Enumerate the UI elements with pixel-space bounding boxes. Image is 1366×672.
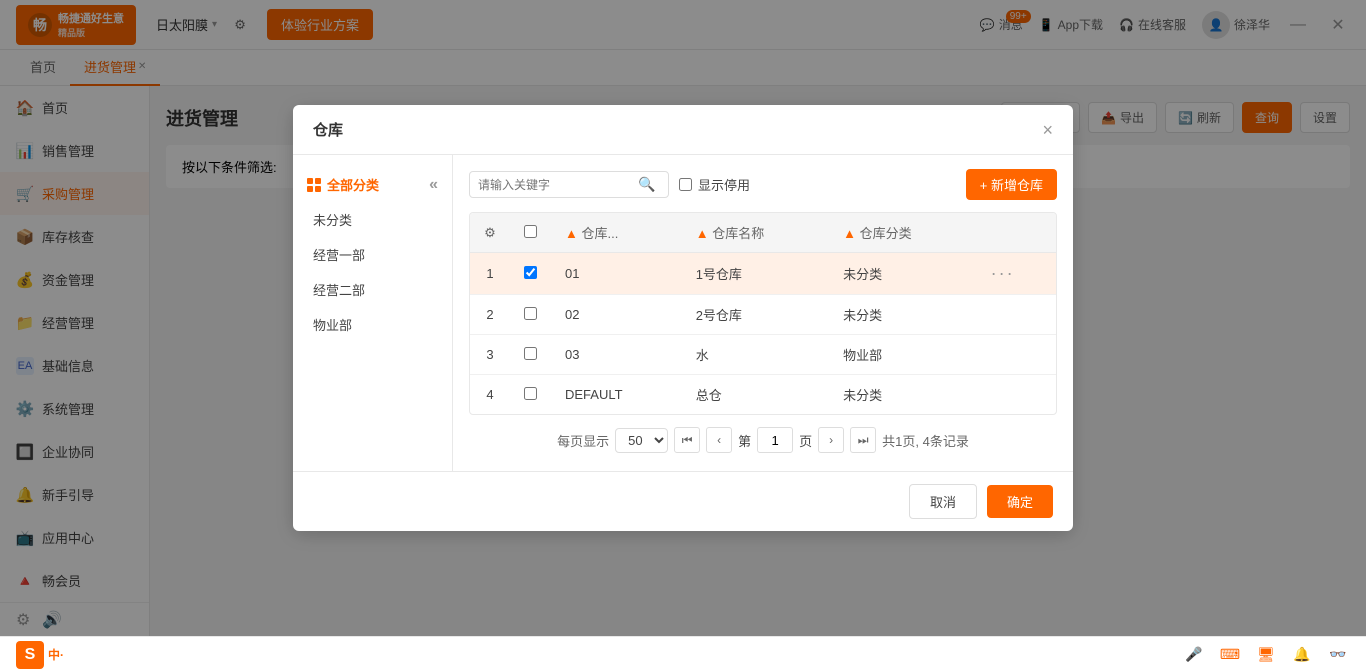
select-all-checkbox[interactable] [524, 225, 537, 238]
col-checkbox [510, 213, 551, 253]
search-box[interactable]: 🔍 [469, 171, 669, 198]
s-logo-badge: S [16, 641, 44, 669]
col-category: ▲ 仓库分类 [829, 213, 976, 253]
modal-title: 仓库 [313, 119, 343, 140]
row-checkbox-col[interactable] [510, 375, 551, 415]
row-checkbox-col[interactable] [510, 253, 551, 295]
confirm-button[interactable]: 确定 [987, 485, 1053, 518]
row-checkbox[interactable] [524, 347, 537, 360]
grid-icon [307, 178, 321, 192]
gear-icon[interactable]: ⚙ [484, 225, 496, 240]
category-item-dept2[interactable]: 经营二部 [293, 272, 452, 307]
modal-category-sidebar: 全部分类 « 未分类 经营一部 经营二部 物业部 [293, 155, 453, 471]
row-gear-col: 2 [470, 295, 510, 335]
row-category: 未分类 [829, 253, 976, 295]
table-row: 3 03 水 物业部 [470, 335, 1056, 375]
row-more[interactable] [977, 295, 1056, 335]
row-checkbox-col[interactable] [510, 335, 551, 375]
row-code: 02 [551, 295, 682, 335]
warehouse-tbody: 1 01 1号仓库 未分类 ··· 2 02 2号仓库 未分类 3 03 水 物… [470, 253, 1056, 415]
col-code: ▲ 仓库... [551, 213, 682, 253]
modal-pagination: 每页显示 50 ⏮ ‹ 第 页 › ⏭ 共1页, 4条记录 [469, 415, 1057, 457]
page-label-prefix: 第 [738, 431, 751, 450]
page-size-select[interactable]: 50 [615, 428, 668, 453]
row-category: 未分类 [829, 375, 976, 415]
modal-right-content: 🔍 显示停用 + 新增仓库 ⚙ [453, 155, 1073, 471]
row-more[interactable] [977, 335, 1056, 375]
bottom-icons: 🎤 ⌨ 🖥 🔔 👓 [1182, 643, 1350, 667]
modal-overlay: 仓库 × 全部分类 « 未分类 经营一部 经营二部 物业部 [0, 0, 1366, 636]
row-gear-col: 4 [470, 375, 510, 415]
row-gear-col: 1 [470, 253, 510, 295]
row-name: 总仓 [682, 375, 829, 415]
show-disabled-checkbox[interactable] [679, 178, 692, 191]
row-checkbox[interactable] [524, 387, 537, 400]
prev-page-button[interactable]: ‹ [706, 427, 732, 453]
row-more[interactable]: ··· [977, 253, 1056, 295]
col-code-sort-icon: ▲ [565, 226, 578, 241]
row-checkbox[interactable] [524, 266, 537, 279]
col-gear: ⚙ [470, 213, 510, 253]
warehouse-modal: 仓库 × 全部分类 « 未分类 经营一部 经营二部 物业部 [293, 105, 1073, 531]
col-category-sort-icon: ▲ [843, 226, 856, 241]
show-disabled-checkbox-label[interactable]: 显示停用 [679, 175, 750, 194]
warehouse-table-wrap: ⚙ ▲ 仓库... ▲ [469, 212, 1057, 415]
next-page-button[interactable]: › [818, 427, 844, 453]
search-input[interactable] [478, 178, 638, 192]
row-name: 2号仓库 [682, 295, 829, 335]
category-item-dept1[interactable]: 经营一部 [293, 237, 452, 272]
table-header-row: ⚙ ▲ 仓库... ▲ [470, 213, 1056, 253]
mic-icon[interactable]: 🎤 [1182, 643, 1206, 667]
first-page-button[interactable]: ⏮ [674, 427, 700, 453]
row-code: DEFAULT [551, 375, 682, 415]
page-total: 共1页, 4条记录 [882, 431, 969, 450]
cancel-button[interactable]: 取消 [909, 484, 977, 519]
row-category: 物业部 [829, 335, 976, 375]
warehouse-table: ⚙ ▲ 仓库... ▲ [470, 213, 1056, 414]
category-all-label[interactable]: 全部分类 [327, 175, 379, 194]
glasses-icon[interactable]: 👓 [1326, 643, 1350, 667]
table-row: 1 01 1号仓库 未分类 ··· [470, 253, 1056, 295]
last-page-button[interactable]: ⏭ [850, 427, 876, 453]
table-row: 2 02 2号仓库 未分类 [470, 295, 1056, 335]
s-logo-text: 中· [48, 646, 64, 663]
search-icon: 🔍 [638, 176, 655, 193]
add-warehouse-button[interactable]: + 新增仓库 [966, 169, 1057, 200]
modal-header: 仓库 × [293, 105, 1073, 155]
bell-icon[interactable]: 🔔 [1290, 643, 1314, 667]
row-checkbox[interactable] [524, 307, 537, 320]
row-more-dots[interactable]: ··· [991, 263, 1015, 283]
col-name: ▲ 仓库名称 [682, 213, 829, 253]
sidebar-collapse-button[interactable]: « [429, 176, 438, 194]
category-header: 全部分类 « [293, 167, 452, 202]
row-code: 03 [551, 335, 682, 375]
modal-body: 全部分类 « 未分类 经营一部 经营二部 物业部 🔍 [293, 155, 1073, 471]
keyboard-icon[interactable]: ⌨ [1218, 643, 1242, 667]
row-more[interactable] [977, 375, 1056, 415]
row-gear-col: 3 [470, 335, 510, 375]
page-label: 页 [799, 431, 812, 450]
modal-toolbar: 🔍 显示停用 + 新增仓库 [469, 169, 1057, 200]
row-code: 01 [551, 253, 682, 295]
page-size-label: 每页显示 [557, 431, 609, 450]
monitor-icon[interactable]: 🖥 [1254, 643, 1278, 667]
row-category: 未分类 [829, 295, 976, 335]
row-checkbox-col[interactable] [510, 295, 551, 335]
software-logo: S 中· [16, 641, 64, 669]
show-disabled-label: 显示停用 [698, 175, 750, 194]
col-name-sort-icon: ▲ [696, 226, 709, 241]
category-item-property[interactable]: 物业部 [293, 307, 452, 342]
modal-close-button[interactable]: × [1042, 121, 1053, 139]
col-actions [977, 213, 1056, 253]
category-item-unclassified[interactable]: 未分类 [293, 202, 452, 237]
bottombar: S 中· 🎤 ⌨ 🖥 🔔 👓 [0, 636, 1366, 672]
table-row: 4 DEFAULT 总仓 未分类 [470, 375, 1056, 415]
page-number-input[interactable] [757, 427, 793, 453]
row-name: 1号仓库 [682, 253, 829, 295]
modal-footer: 取消 确定 [293, 471, 1073, 531]
row-name: 水 [682, 335, 829, 375]
